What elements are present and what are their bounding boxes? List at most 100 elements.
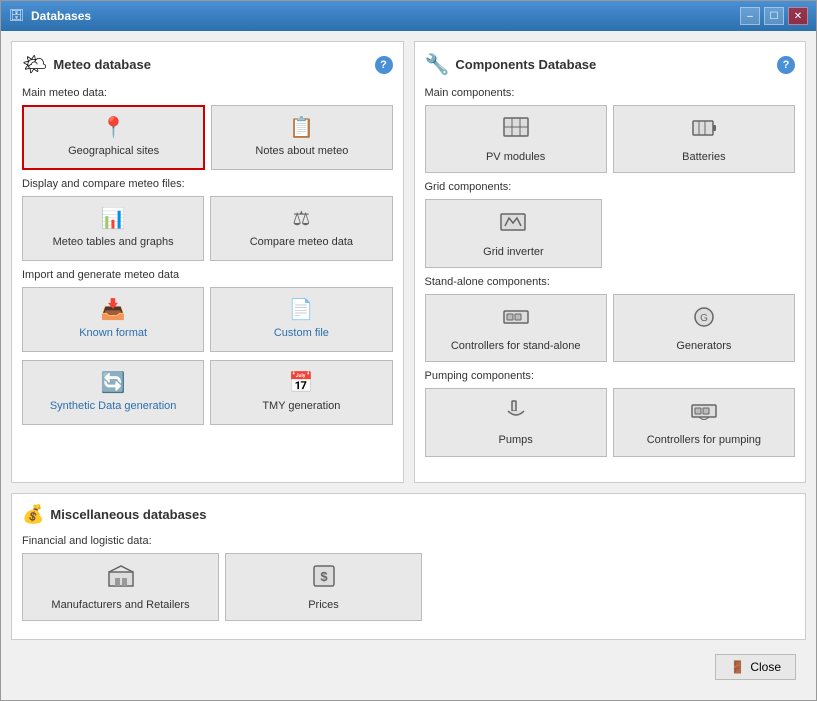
- svg-text:G: G: [700, 313, 708, 324]
- pv-modules-button[interactable]: PV modules: [425, 105, 607, 173]
- generator-icon: G: [690, 303, 718, 335]
- generators-label: Generators: [676, 340, 731, 353]
- pumps-button[interactable]: Pumps: [425, 388, 607, 456]
- grid-components-label: Grid components:: [425, 181, 796, 193]
- compare-meteo-label: Compare meteo data: [250, 236, 353, 249]
- components-icon: 🔧: [425, 52, 450, 77]
- batteries-button[interactable]: Batteries: [613, 105, 795, 173]
- grid-inverter-button[interactable]: Grid inverter: [425, 199, 603, 267]
- close-icon: 🚪: [730, 660, 745, 674]
- tmy-icon: 📅: [289, 371, 314, 395]
- synthetic-data-label: Synthetic Data generation: [50, 400, 177, 413]
- standalone-buttons: Controllers for stand-alone G Generators: [425, 294, 796, 362]
- top-panels: 🌤 Meteo database ? Main meteo data: 📍 Ge…: [11, 41, 806, 483]
- notes-meteo-label: Notes about meteo: [255, 145, 348, 158]
- geographical-sites-button[interactable]: 📍 Geographical sites: [22, 105, 205, 170]
- compare-icon: ⚖: [292, 207, 310, 231]
- misc-panel: 💰 Miscellaneous databases Financial and …: [11, 493, 806, 640]
- pump-icon: [502, 397, 530, 429]
- synthetic-icon: 🔄: [101, 371, 126, 395]
- format-icon: 📥: [101, 298, 126, 322]
- minimize-button[interactable]: –: [740, 7, 760, 25]
- main-window: 🗄 Databases – ☐ ✕ 🌤 Meteo database ?: [0, 0, 817, 701]
- svg-text:$: $: [320, 569, 328, 584]
- tmy-generation-button[interactable]: 📅 TMY generation: [210, 360, 392, 425]
- custom-icon: 📄: [289, 298, 314, 322]
- components-panel-header: 🔧 Components Database ?: [425, 52, 796, 77]
- manufacturers-icon: [107, 562, 135, 594]
- meteo-panel-title: Meteo database: [53, 57, 151, 72]
- tmy-label: TMY generation: [262, 400, 340, 413]
- financial-label: Financial and logistic data:: [22, 535, 795, 547]
- display-meteo-label: Display and compare meteo files:: [22, 178, 393, 190]
- maximize-button[interactable]: ☐: [764, 7, 784, 25]
- pv-modules-label: PV modules: [486, 151, 545, 164]
- prices-button[interactable]: $ Prices: [225, 553, 422, 621]
- misc-panel-title: Miscellaneous databases: [50, 507, 206, 522]
- notes-icon: 📋: [289, 116, 314, 140]
- ctrl-pumping-icon: [690, 397, 718, 429]
- notes-meteo-button[interactable]: 📋 Notes about meteo: [211, 105, 392, 170]
- meteo-help-button[interactable]: ?: [375, 56, 393, 74]
- window-icon: 🗄: [9, 8, 25, 24]
- standalone-label: Stand-alone components:: [425, 276, 796, 288]
- prices-icon: $: [310, 562, 338, 594]
- compare-meteo-button[interactable]: ⚖ Compare meteo data: [210, 196, 392, 261]
- meteo-tables-button[interactable]: 📊 Meteo tables and graphs: [22, 196, 204, 261]
- controllers-pumping-button[interactable]: Controllers for pumping: [613, 388, 795, 456]
- close-label: Close: [750, 660, 781, 674]
- window-title: Databases: [31, 9, 91, 23]
- title-bar: 🗄 Databases – ☐ ✕: [1, 1, 816, 31]
- known-format-button[interactable]: 📥 Known format: [22, 287, 204, 352]
- geographical-sites-label: Geographical sites: [68, 145, 159, 158]
- geo-icon: 📍: [101, 116, 126, 140]
- meteo-panel: 🌤 Meteo database ? Main meteo data: 📍 Ge…: [11, 41, 404, 483]
- grid-inverter-label: Grid inverter: [483, 246, 544, 259]
- grid-components-buttons: Grid inverter: [425, 199, 796, 267]
- generators-button[interactable]: G Generators: [613, 294, 795, 362]
- inverter-icon: [499, 208, 527, 240]
- batteries-label: Batteries: [682, 151, 725, 164]
- meteo-tables-label: Meteo tables and graphs: [53, 236, 174, 249]
- meteo-panel-header: 🌤 Meteo database ?: [22, 52, 393, 77]
- import-row2-buttons: 🔄 Synthetic Data generation 📅 TMY genera…: [22, 360, 393, 425]
- title-buttons: – ☐ ✕: [740, 7, 808, 25]
- import-row1-buttons: 📥 Known format 📄 Custom file: [22, 287, 393, 352]
- display-meteo-buttons: 📊 Meteo tables and graphs ⚖ Compare mete…: [22, 196, 393, 261]
- battery-icon: [690, 114, 718, 146]
- meteo-header-left: 🌤 Meteo database: [22, 52, 151, 77]
- close-button[interactable]: 🚪 Close: [715, 654, 796, 680]
- controllers-standalone-button[interactable]: Controllers for stand-alone: [425, 294, 607, 362]
- synthetic-data-button[interactable]: 🔄 Synthetic Data generation: [22, 360, 204, 425]
- main-content: 🌤 Meteo database ? Main meteo data: 📍 Ge…: [1, 31, 816, 700]
- title-bar-left: 🗄 Databases: [9, 8, 91, 24]
- misc-buttons: Manufacturers and Retailers $ Prices: [22, 553, 422, 621]
- import-meteo-label: Import and generate meteo data: [22, 269, 393, 281]
- components-panel: 🔧 Components Database ? Main components:: [414, 41, 807, 483]
- pumping-label: Pumping components:: [425, 370, 796, 382]
- meteo-icon: 🌤: [22, 52, 47, 77]
- main-components-buttons: PV modules Batteries: [425, 105, 796, 173]
- pv-icon: [502, 114, 530, 146]
- main-components-label: Main components:: [425, 87, 796, 99]
- ctrl-standalone-icon: [502, 303, 530, 335]
- window-close-button[interactable]: ✕: [788, 7, 808, 25]
- manufacturers-button[interactable]: Manufacturers and Retailers: [22, 553, 219, 621]
- components-header-left: 🔧 Components Database: [425, 52, 597, 77]
- pumps-label: Pumps: [499, 434, 533, 447]
- main-meteo-label: Main meteo data:: [22, 87, 393, 99]
- table-icon: 📊: [101, 207, 126, 231]
- footer: 🚪 Close: [11, 650, 806, 690]
- pumping-buttons: Pumps Controllers for pumping: [425, 388, 796, 456]
- misc-icon: 💰: [22, 504, 44, 525]
- misc-panel-header: 💰 Miscellaneous databases: [22, 504, 795, 525]
- main-meteo-buttons: 📍 Geographical sites 📋 Notes about meteo: [22, 105, 393, 170]
- known-format-label: Known format: [79, 327, 147, 340]
- controllers-standalone-label: Controllers for stand-alone: [451, 340, 581, 353]
- components-help-button[interactable]: ?: [777, 56, 795, 74]
- custom-file-label: Custom file: [274, 327, 329, 340]
- prices-label: Prices: [308, 599, 339, 612]
- components-panel-title: Components Database: [455, 57, 596, 72]
- controllers-pumping-label: Controllers for pumping: [647, 434, 761, 447]
- custom-file-button[interactable]: 📄 Custom file: [210, 287, 392, 352]
